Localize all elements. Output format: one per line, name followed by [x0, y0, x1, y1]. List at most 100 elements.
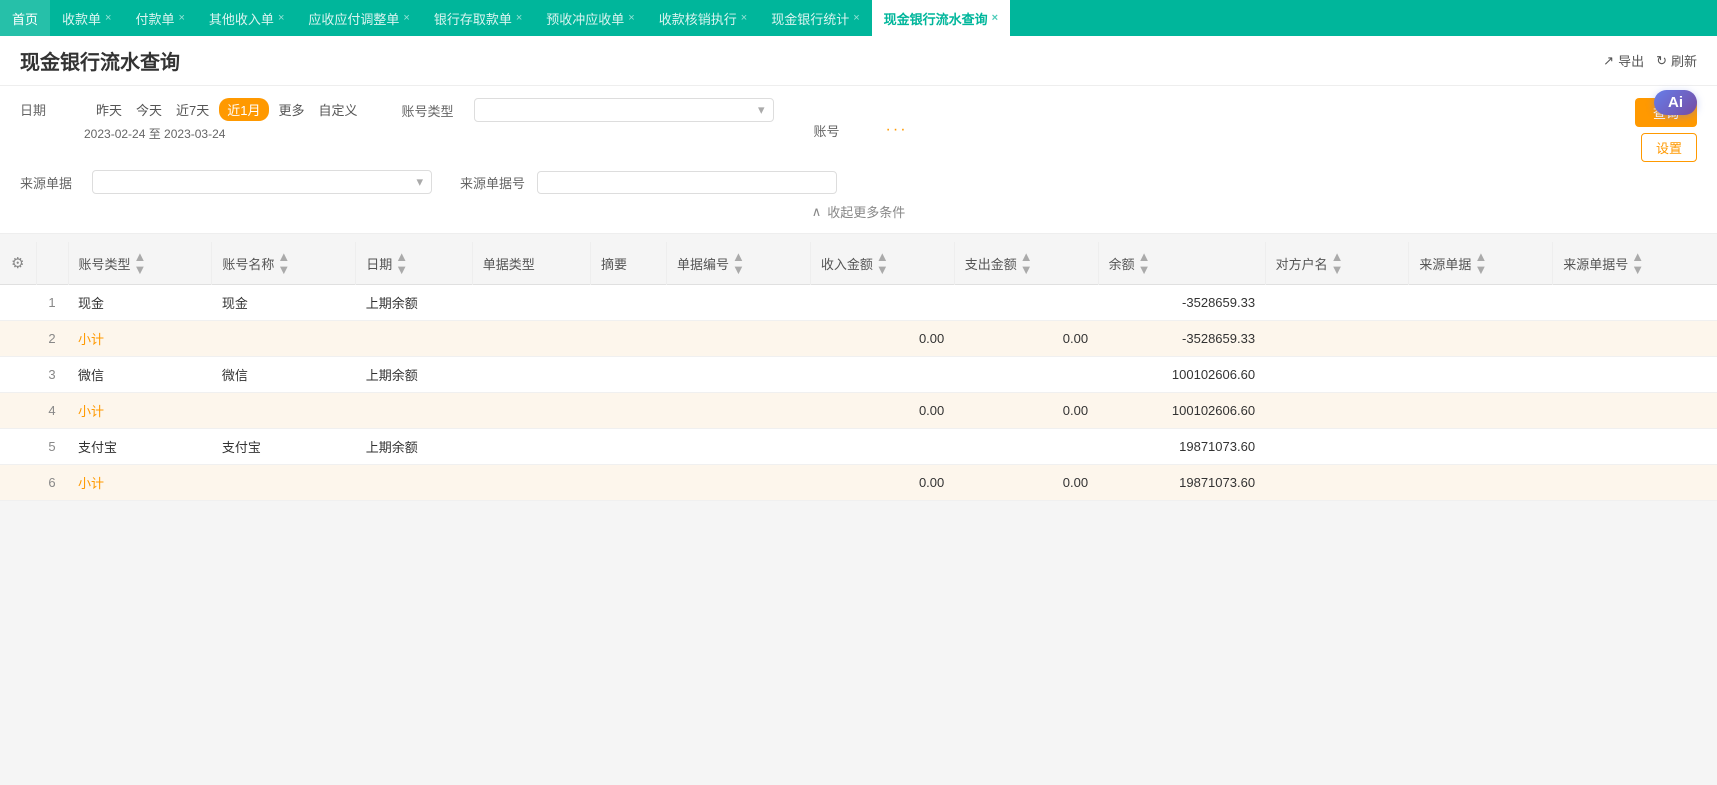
- th-account-type[interactable]: 账号类型 ▲▼: [68, 242, 212, 285]
- refresh-button[interactable]: ↻ 刷新: [1656, 51, 1697, 70]
- sort-arrows: ▲▼: [277, 250, 290, 276]
- th-doc-no[interactable]: 单据编号 ▲▼: [667, 242, 811, 285]
- expense-cell: [954, 285, 1098, 321]
- counterpart-cell: [1265, 357, 1409, 393]
- table-row: 2小计0.000.00-3528659.33: [0, 321, 1717, 357]
- account-type-cell: 小计: [68, 465, 212, 501]
- doc-type-cell: [472, 429, 590, 465]
- source-doc-select[interactable]: ▾: [92, 170, 432, 194]
- account-type-cell: 小计: [68, 321, 212, 357]
- account-name-cell: [212, 321, 356, 357]
- ai-badge[interactable]: Ai: [1654, 90, 1697, 115]
- refresh-icon: ↻: [1656, 53, 1667, 69]
- summary-cell: [590, 357, 666, 393]
- page-header: 现金银行流水查询 ↗ 导出 ↻ 刷新: [0, 36, 1717, 86]
- close-icon[interactable]: ×: [105, 12, 111, 24]
- sort-arrows: ▲▼: [1474, 250, 1487, 276]
- row-checkbox: [0, 357, 36, 393]
- balance-cell: -3528659.33: [1098, 285, 1265, 321]
- nav-tab-cashflow[interactable]: 现金银行流水查询 ×: [872, 0, 1010, 36]
- date-range-display: 2023-02-24 至 2023-03-24: [84, 127, 225, 141]
- balance-cell: 100102606.60: [1098, 393, 1265, 429]
- close-icon[interactable]: ×: [992, 12, 998, 24]
- source-doc-cell: [1409, 357, 1553, 393]
- table-row: 6小计0.000.0019871073.60: [0, 465, 1717, 501]
- nav-tab-other-income[interactable]: 其他收入单 ×: [197, 0, 296, 36]
- th-expense[interactable]: 支出金额 ▲▼: [954, 242, 1098, 285]
- export-button[interactable]: ↗ 导出: [1603, 51, 1644, 70]
- source-doc-no-cell: [1553, 393, 1717, 429]
- sort-arrows: ▲▼: [1020, 250, 1033, 276]
- th-summary: 摘要: [590, 242, 666, 285]
- th-balance[interactable]: 余额 ▲▼: [1098, 242, 1265, 285]
- th-income[interactable]: 收入金额 ▲▼: [810, 242, 954, 285]
- expense-cell: 0.00: [954, 321, 1098, 357]
- row-number: 1: [36, 285, 68, 321]
- close-icon[interactable]: ×: [628, 12, 634, 24]
- date-opt-today[interactable]: 今天: [132, 98, 166, 121]
- nav-tab-home[interactable]: 首页: [0, 0, 50, 36]
- th-counterpart[interactable]: 对方户名 ▲▼: [1265, 242, 1409, 285]
- date-cell: [356, 465, 473, 501]
- sort-arrows: ▲▼: [1138, 250, 1151, 276]
- sort-arrows: ▲▼: [876, 250, 889, 276]
- export-label: 导出: [1618, 51, 1644, 70]
- th-row-num: [36, 242, 68, 285]
- row-number: 2: [36, 321, 68, 357]
- nav-tab-bank-deposit[interactable]: 银行存取款单 ×: [422, 0, 534, 36]
- nav-collection-label: 收款核销执行: [659, 9, 737, 28]
- collapse-label: 收起更多条件: [827, 202, 905, 221]
- date-cell: 上期余额: [356, 429, 473, 465]
- source-doc-no-input[interactable]: [537, 171, 837, 194]
- settings-button[interactable]: 设置: [1641, 133, 1697, 162]
- sort-arrows: ▲▼: [1331, 250, 1344, 276]
- date-filter-group: 日期 昨天 今天 近7天 近1月 更多 自定义 2023-02-24 至 202…: [20, 98, 362, 142]
- settings-col-header[interactable]: ⚙: [0, 242, 36, 285]
- nav-tab-receipt[interactable]: 收款单 ×: [50, 0, 123, 36]
- account-type-select[interactable]: ▾: [474, 98, 774, 122]
- collapse-bar[interactable]: ∧ 收起更多条件: [20, 202, 1697, 221]
- nav-tab-advance[interactable]: 预收冲应收单 ×: [534, 0, 646, 36]
- source-doc-cell: [1409, 285, 1553, 321]
- close-icon[interactable]: ×: [403, 12, 409, 24]
- row-checkbox: [0, 429, 36, 465]
- close-icon[interactable]: ×: [741, 12, 747, 24]
- th-source-doc[interactable]: 来源单据 ▲▼: [1409, 242, 1553, 285]
- date-opt-1month[interactable]: 近1月: [219, 98, 268, 121]
- table-row: 1现金现金上期余额-3528659.33: [0, 285, 1717, 321]
- date-opt-yesterday[interactable]: 昨天: [92, 98, 126, 121]
- th-date[interactable]: 日期 ▲▼: [356, 242, 473, 285]
- date-cell: 上期余额: [356, 357, 473, 393]
- date-opt-more[interactable]: 更多: [275, 98, 309, 121]
- income-cell: [810, 429, 954, 465]
- close-icon[interactable]: ×: [178, 12, 184, 24]
- nav-tab-statistics[interactable]: 现金银行统计 ×: [759, 0, 871, 36]
- chevron-up-icon: ∧: [812, 204, 822, 220]
- account-type-label: 账号类型: [402, 101, 462, 120]
- doc-no-cell: [667, 429, 811, 465]
- account-ellipsis-button[interactable]: ···: [886, 121, 908, 139]
- balance-cell: 100102606.60: [1098, 357, 1265, 393]
- table-container: ⚙ 账号类型 ▲▼ 账号名称 ▲▼ 日期: [0, 242, 1717, 501]
- date-opt-7days[interactable]: 近7天: [172, 98, 213, 121]
- balance-cell: 19871073.60: [1098, 429, 1265, 465]
- th-account-name[interactable]: 账号名称 ▲▼: [212, 242, 356, 285]
- filter-area: 日期 昨天 今天 近7天 近1月 更多 自定义 2023-02-24 至 202…: [0, 86, 1717, 234]
- row-checkbox: [0, 321, 36, 357]
- close-icon[interactable]: ×: [278, 12, 284, 24]
- close-icon[interactable]: ×: [853, 12, 859, 24]
- expense-cell: [954, 429, 1098, 465]
- table-row: 3微信微信上期余额100102606.60: [0, 357, 1717, 393]
- nav-tab-collection[interactable]: 收款核销执行 ×: [647, 0, 759, 36]
- income-cell: 0.00: [810, 393, 954, 429]
- doc-no-cell: [667, 393, 811, 429]
- close-icon[interactable]: ×: [516, 12, 522, 24]
- th-source-doc-no[interactable]: 来源单据号 ▲▼: [1553, 242, 1717, 285]
- row-number: 5: [36, 429, 68, 465]
- nav-tab-payment[interactable]: 付款单 ×: [123, 0, 196, 36]
- income-cell: [810, 285, 954, 321]
- nav-tab-adjust[interactable]: 应收应付调整单 ×: [296, 0, 421, 36]
- doc-type-cell: [472, 465, 590, 501]
- date-opt-custom[interactable]: 自定义: [315, 98, 362, 121]
- counterpart-cell: [1265, 465, 1409, 501]
